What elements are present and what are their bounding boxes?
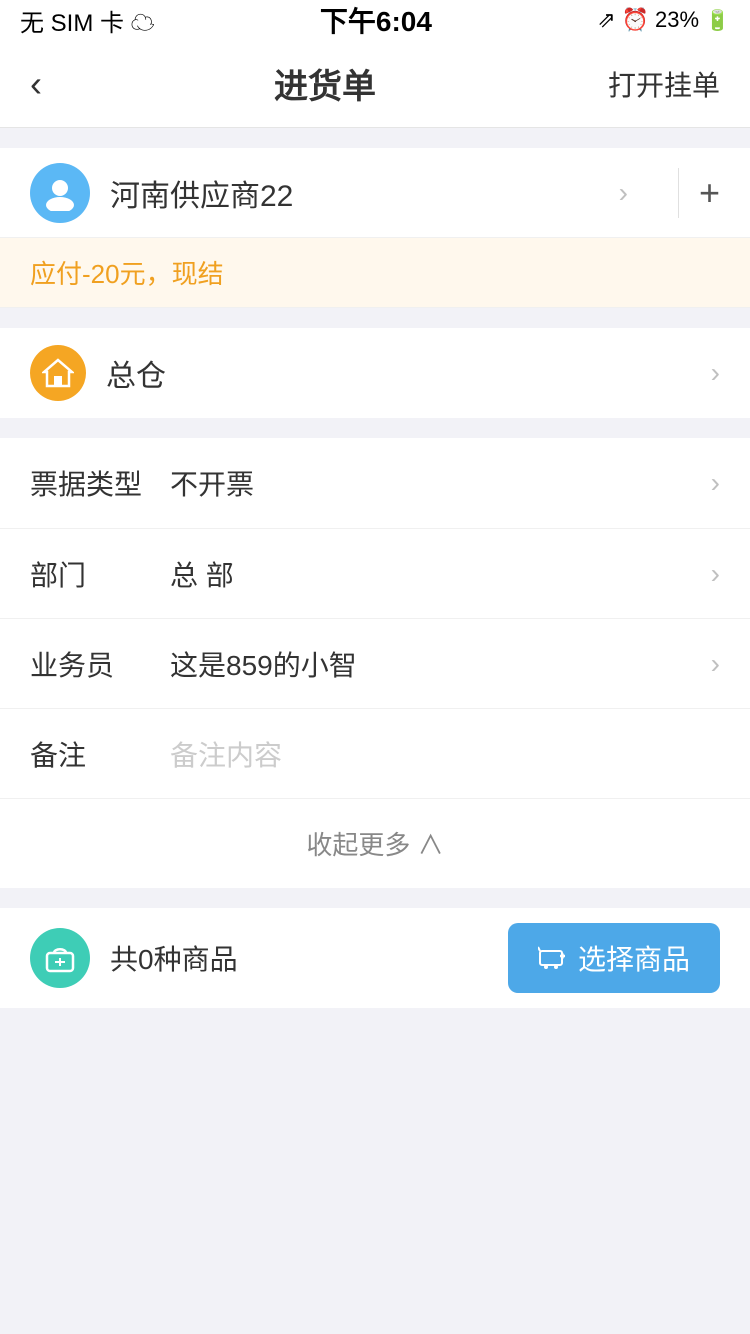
open-pending-button[interactable]: 打开挂单: [608, 64, 720, 104]
department-value: 总 部: [150, 554, 711, 594]
back-button[interactable]: ‹: [30, 63, 42, 105]
invoice-chevron-icon: ›: [711, 467, 720, 499]
supplier-chevron-icon: ›: [619, 177, 628, 209]
supplier-divider: [678, 168, 679, 218]
collapse-button[interactable]: 收起更多 ∧: [0, 798, 750, 888]
no-sim-text: 无 SIM 卡 ☁: [20, 3, 155, 38]
salesperson-value: 这是859的小智: [150, 644, 711, 684]
supplier-avatar: [30, 163, 90, 223]
form-card: 票据类型 不开票 › 部门 总 部 › 业务员 这是859的小智 › 备注 备注…: [0, 438, 750, 888]
supplier-name: 河南供应商22: [110, 171, 619, 215]
form-row-remark[interactable]: 备注 备注内容: [0, 708, 750, 798]
invoice-label: 票据类型: [30, 463, 150, 503]
gap-2: [0, 308, 750, 328]
status-left: 无 SIM 卡 ☁: [20, 3, 155, 38]
house-icon: [42, 358, 74, 388]
status-right: ⇗ ⏰ 23% 🔋: [597, 7, 730, 33]
add-supplier-button[interactable]: +: [699, 172, 720, 214]
form-row-invoice[interactable]: 票据类型 不开票 ›: [0, 438, 750, 528]
supplier-row[interactable]: 河南供应商22 › +: [0, 148, 750, 238]
form-row-department[interactable]: 部门 总 部 ›: [0, 528, 750, 618]
remark-placeholder: 备注内容: [150, 734, 720, 774]
warehouse-card: 总仓 ›: [0, 328, 750, 418]
warehouse-row[interactable]: 总仓 ›: [0, 328, 750, 418]
salesperson-label: 业务员: [30, 644, 150, 684]
page-background: [0, 1008, 750, 1308]
warehouse-icon: [30, 345, 86, 401]
bottom-action-bar: 共0种商品 选择商品: [0, 908, 750, 1008]
battery-text: 23%: [655, 7, 699, 33]
select-product-label: 选择商品: [578, 938, 690, 978]
department-chevron-icon: ›: [711, 558, 720, 590]
nav-bar: ‹ 进货单 打开挂单: [0, 40, 750, 128]
product-count-text: 共0种商品: [110, 938, 508, 978]
warehouse-name: 总仓: [106, 351, 711, 395]
alarm-icon: ⏰: [622, 7, 649, 33]
select-product-button[interactable]: 选择商品: [508, 923, 720, 993]
bag-icon: [43, 941, 77, 975]
gap-3: [0, 418, 750, 438]
page-title: 进货单: [274, 59, 376, 108]
battery-icon: 🔋: [705, 8, 730, 33]
status-time: 下午6:04: [320, 0, 432, 40]
product-icon: [30, 928, 90, 988]
cart-icon: [538, 945, 568, 971]
gap-1: [0, 128, 750, 148]
salesperson-chevron-icon: ›: [711, 648, 720, 680]
warehouse-chevron-icon: ›: [711, 357, 720, 389]
form-row-salesperson[interactable]: 业务员 这是859的小智 ›: [0, 618, 750, 708]
status-bar: 无 SIM 卡 ☁ 下午6:04 ⇗ ⏰ 23% 🔋: [0, 0, 750, 40]
department-label: 部门: [30, 554, 150, 594]
signal-icon: ⇗: [597, 7, 615, 33]
supplier-card: 河南供应商22 › + 应付-20元，现结: [0, 148, 750, 308]
invoice-value: 不开票: [150, 463, 711, 503]
person-icon: [42, 175, 78, 211]
remark-label: 备注: [30, 734, 150, 774]
supplier-notice: 应付-20元，现结: [0, 238, 750, 308]
